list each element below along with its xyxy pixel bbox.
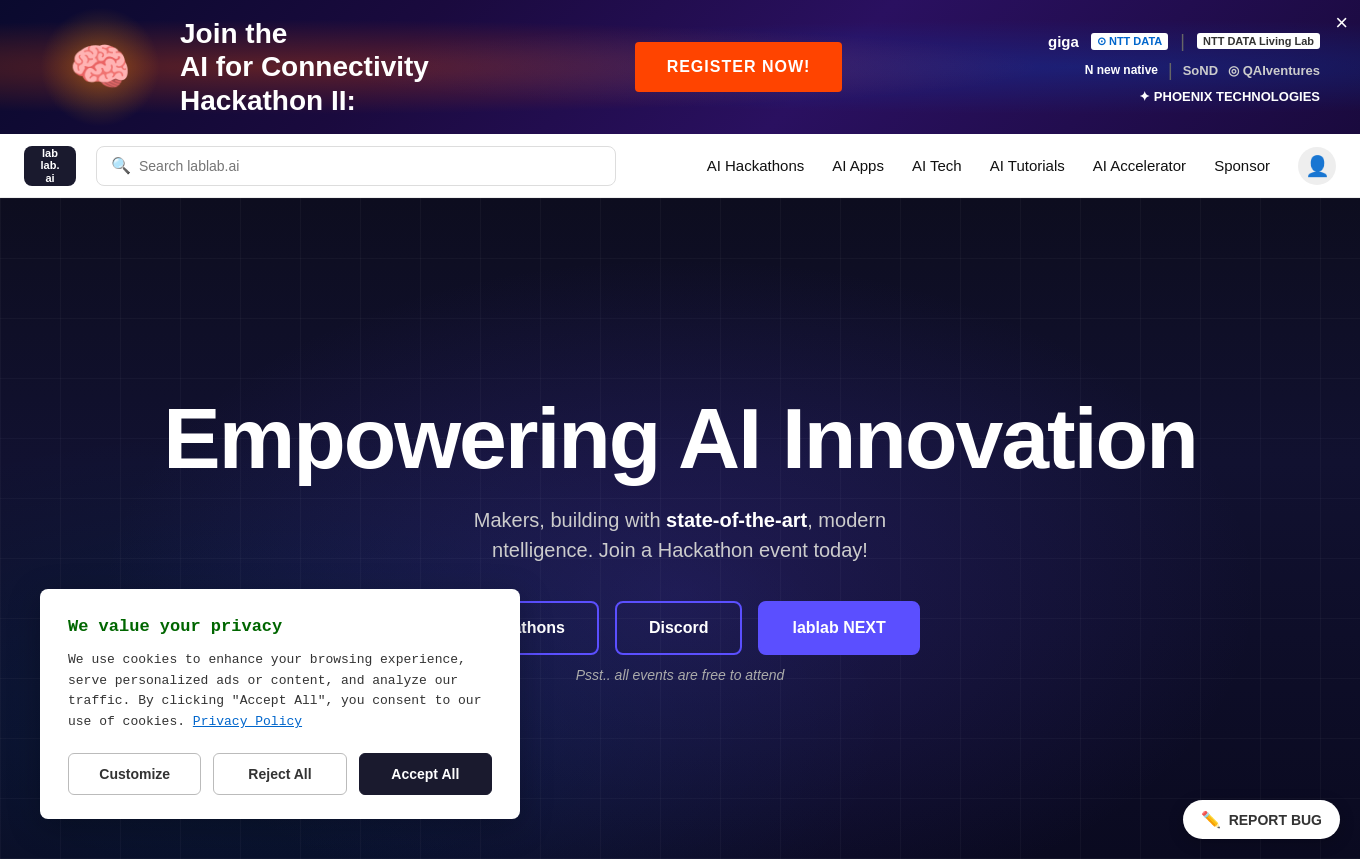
sponsor-logos-top: giga ⊙ NTT DATA | NTT DATA Living Lab xyxy=(1048,31,1320,52)
nav-link-accelerator[interactable]: AI Accelerator xyxy=(1093,157,1186,174)
hero-discord-button[interactable]: Discord xyxy=(615,601,743,655)
hero-title: Empowering AI Innovation xyxy=(163,395,1196,481)
sponsor-sep2: | xyxy=(1168,60,1173,81)
hero-subtitle: Makers, building with state-of-the-art, … xyxy=(330,505,1030,565)
bug-icon: ✏️ xyxy=(1201,810,1221,829)
search-icon: 🔍 xyxy=(111,156,131,175)
nav-link-sponsor[interactable]: Sponsor xyxy=(1214,157,1270,174)
sponsor-logos-bottom: ✦ PHOENIX TECHNOLOGIES xyxy=(1139,89,1320,104)
sponsor-phoenix: ✦ PHOENIX TECHNOLOGIES xyxy=(1139,89,1320,104)
report-bug-button[interactable]: ✏️ REPORT BUG xyxy=(1183,800,1340,839)
cookie-accept-button[interactable]: Accept All xyxy=(359,753,492,795)
search-box: 🔍 xyxy=(96,146,616,186)
hero-subtitle-middle: , modern xyxy=(807,509,886,531)
nav-link-tech[interactable]: AI Tech xyxy=(912,157,962,174)
nav-links: AI Hackathons AI Apps AI Tech AI Tutoria… xyxy=(707,147,1336,185)
banner-center: REGISTER NOW! xyxy=(635,42,843,92)
sponsor-ntt-living: NTT DATA Living Lab xyxy=(1197,33,1320,49)
search-input[interactable] xyxy=(139,158,601,174)
banner-right: giga ⊙ NTT DATA | NTT DATA Living Lab N … xyxy=(1048,31,1320,104)
cookie-privacy-link[interactable]: Privacy Policy xyxy=(193,714,302,729)
sponsor-sep1: | xyxy=(1180,31,1185,52)
sponsor-new-native: N new native xyxy=(1085,63,1158,77)
navbar: lablab.ai 🔍 AI Hackathons AI Apps AI Tec… xyxy=(0,134,1360,198)
cookie-body: We use cookies to enhance your browsing … xyxy=(68,650,492,733)
nav-link-apps[interactable]: AI Apps xyxy=(832,157,884,174)
hero-lablab-next-button[interactable]: lablab NEXT xyxy=(758,601,919,655)
sponsor-qai: ◎ QAIventures xyxy=(1228,63,1320,78)
sponsor-giga: giga xyxy=(1048,33,1079,50)
cookie-title: We value your privacy xyxy=(68,617,492,636)
banner-left: 🧠 Join the AI for Connectivity Hackathon… xyxy=(40,7,429,127)
nav-link-tutorials[interactable]: AI Tutorials xyxy=(990,157,1065,174)
cookie-banner: We value your privacy We use cookies to … xyxy=(40,589,520,819)
sponsor-logos-middle: N new native | SoND ◎ QAIventures xyxy=(1085,60,1320,81)
sponsor-ntt: ⊙ NTT DATA xyxy=(1091,33,1168,50)
cookie-reject-button[interactable]: Reject All xyxy=(213,753,346,795)
cookie-customize-button[interactable]: Customize xyxy=(68,753,201,795)
nav-user-avatar[interactable]: 👤 xyxy=(1298,147,1336,185)
sponsor-sond: SoND xyxy=(1183,63,1218,78)
nav-link-hackathons[interactable]: AI Hackathons xyxy=(707,157,805,174)
logo[interactable]: lablab.ai xyxy=(24,146,76,186)
banner: 🧠 Join the AI for Connectivity Hackathon… xyxy=(0,0,1360,134)
report-bug-label: REPORT BUG xyxy=(1229,812,1322,828)
banner-title: Join the AI for Connectivity Hackathon I… xyxy=(180,17,429,118)
hero-subtitle-bold: state-of-the-art xyxy=(666,509,807,531)
cookie-buttons: Customize Reject All Accept All xyxy=(68,753,492,795)
hero-subtitle-line2: ntelligence. Join a Hackathon event toda… xyxy=(492,539,868,561)
banner-cta-button[interactable]: REGISTER NOW! xyxy=(635,42,843,92)
hero-subtitle-prefix: Makers, building with xyxy=(474,509,666,531)
banner-figure: 🧠 xyxy=(40,7,160,127)
banner-close-button[interactable]: × xyxy=(1335,12,1348,34)
banner-figure-image: 🧠 xyxy=(40,7,160,127)
